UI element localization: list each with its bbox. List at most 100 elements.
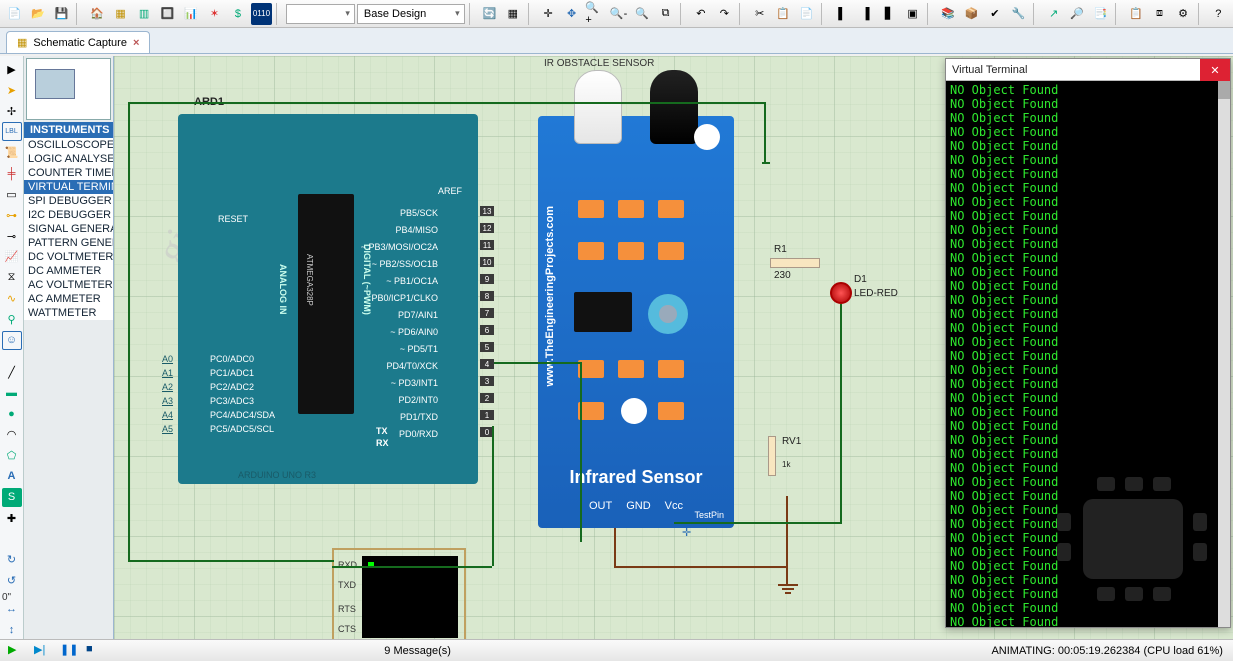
save-icon[interactable]: 💾 [51,3,72,25]
mirror-v-icon[interactable]: ↕ [2,620,22,639]
redo-icon[interactable]: ↷ [714,3,735,25]
refresh-icon[interactable]: 🔄 [479,3,500,25]
align-left-icon[interactable]: ▌ [831,3,852,25]
zoom-fit-icon[interactable]: 🔍 [631,3,652,25]
report-icon[interactable]: 📑 [1090,3,1111,25]
stop-button[interactable]: ■ [86,643,106,659]
chart-icon[interactable]: 📊 [180,3,201,25]
export-icon[interactable]: ↗ [1043,3,1064,25]
verify-icon[interactable]: ✔ [984,3,1005,25]
tab-schematic[interactable]: ▦ Schematic Capture × [6,31,150,53]
schematic-icon[interactable]: ▦ [110,3,131,25]
r1-resistor[interactable] [770,258,820,268]
graph-tool-icon[interactable]: 📈 [2,247,22,266]
new-file-icon[interactable]: 📄 [4,3,25,25]
sheet-combo[interactable] [286,4,355,24]
terminal-tool-icon[interactable]: ⊶ [2,206,22,225]
zoom-out-icon[interactable]: 🔍- [608,3,629,25]
find-icon[interactable]: 🔎 [1066,3,1087,25]
instrument-item[interactable]: DC VOLTMETER [24,250,113,264]
bom-icon[interactable]: $ [227,3,248,25]
circle-tool-icon[interactable]: ● [2,405,22,424]
script-tool-icon[interactable]: 📜 [2,143,22,162]
help-icon[interactable]: ? [1208,3,1229,25]
rotate-cw-icon[interactable]: ↻ [2,550,22,569]
package-icon[interactable]: 📦 [961,3,982,25]
path-tool-icon[interactable]: ⬠ [2,446,22,465]
paste-icon[interactable]: 📄 [796,3,817,25]
tape-tool-icon[interactable]: ⧖ [2,268,22,287]
align-right-icon[interactable]: ▋ [878,3,899,25]
instrument-item[interactable]: WATTMETER [24,306,113,320]
instrument-item[interactable]: AC AMMETER [24,292,113,306]
virtual-terminal-window[interactable]: Virtual Terminal ✕ NO Object FoundNO Obj… [945,58,1231,628]
canvas-area[interactable]: gisoft ARD1 ATMEGA328P ANALOG IN DIGITAL… [114,56,1233,639]
pause-button[interactable]: ❚❚ [60,643,80,659]
tools-icon[interactable]: 🔧 [1008,3,1029,25]
cut-icon[interactable]: ✂ [749,3,770,25]
instrument-item[interactable]: SIGNAL GENERATOR [24,222,113,236]
pan-icon[interactable]: ✥ [561,3,582,25]
home-icon[interactable]: 🏠 [86,3,107,25]
code-icon[interactable]: 0110 [251,3,272,25]
instrument-item[interactable]: VIRTUAL TERMINAL [24,180,113,194]
line-tool-icon[interactable]: ╱ [2,363,22,382]
selection-tool-icon[interactable]: ▶ [2,60,22,79]
zoom-region-icon[interactable]: ⧉ [655,3,676,25]
marker-tool-icon[interactable]: ✚ [2,509,22,528]
component-tool-icon[interactable]: ➤ [2,81,22,100]
serial-monitor[interactable]: RXD TXD RTS CTS [332,548,466,639]
zoom-in-icon[interactable]: 🔍+ [584,3,605,25]
instrument-item[interactable]: COUNTER TIMER [24,166,113,180]
grid-icon[interactable]: ▦ [502,3,523,25]
bus-tool-icon[interactable]: ╪ [2,164,22,183]
erc-icon[interactable]: 📋 [1125,3,1146,25]
ir-sensor-module[interactable]: www.TheEngineeringProjects.com Infrared … [538,116,734,528]
scrollbar-thumb[interactable] [1218,81,1230,99]
status-messages[interactable]: 9 Message(s) [384,645,451,657]
subcircuit-tool-icon[interactable]: ▭ [2,185,22,204]
instrument-item[interactable]: I2C DEBUGGER [24,208,113,222]
instrument-item[interactable]: PATTERN GENERATOR [24,236,113,250]
design-explorer-icon[interactable]: ✶ [204,3,225,25]
symbol-tool-icon[interactable]: S [2,488,22,507]
chip-icon[interactable]: 🔲 [157,3,178,25]
virtual-terminal-title[interactable]: Virtual Terminal [946,59,1230,81]
layout-icon[interactable]: ▥ [133,3,154,25]
generator-tool-icon[interactable]: ∿ [2,289,22,308]
close-icon[interactable]: × [133,37,139,49]
play-button[interactable]: ▶ [8,643,28,659]
rv1-pot[interactable] [768,436,776,476]
scrollbar[interactable] [1218,81,1230,627]
variant-combo[interactable]: Base Design [357,4,465,24]
rotate-ccw-icon[interactable]: ↺ [2,571,22,590]
analog-pin-ext: A5 [162,424,173,434]
align-center-icon[interactable]: ▐ [855,3,876,25]
box-tool-icon[interactable]: ▬ [2,384,22,403]
junction-tool-icon[interactable]: ✢ [2,102,22,121]
arc-tool-icon[interactable]: ◠ [2,425,22,444]
text-tool-icon[interactable]: A [2,467,22,486]
block-icon[interactable]: ▣ [902,3,923,25]
library-icon[interactable]: 📚 [937,3,958,25]
instrument-item[interactable]: AC VOLTMETER [24,278,113,292]
d1-led[interactable] [830,282,852,304]
instrument-item[interactable]: SPI DEBUGGER [24,194,113,208]
instrument-tool-icon[interactable]: ☺ [2,331,22,350]
instrument-item[interactable]: DC AMMETER [24,264,113,278]
overview-map[interactable] [26,58,111,120]
probe-tool-icon[interactable]: ⚲ [2,310,22,329]
step-button[interactable]: ▶| [34,643,54,659]
label-tool-icon[interactable]: LBL [2,122,22,141]
open-file-icon[interactable]: 📂 [27,3,48,25]
arduino-board[interactable]: ATMEGA328P ANALOG IN DIGITAL (~PWM) RESE… [178,114,478,484]
origin-icon[interactable]: ✛ [537,3,558,25]
compile-icon[interactable]: ⚙ [1172,3,1193,25]
copy-icon[interactable]: 📋 [773,3,794,25]
undo-icon[interactable]: ↶ [690,3,711,25]
instrument-item[interactable]: LOGIC ANALYSER [24,152,113,166]
pin-tool-icon[interactable]: ⊸ [2,227,22,246]
netlist-icon[interactable]: ⧈ [1149,3,1170,25]
instrument-item[interactable]: OSCILLOSCOPE [24,138,113,152]
close-icon[interactable]: ✕ [1200,59,1230,81]
